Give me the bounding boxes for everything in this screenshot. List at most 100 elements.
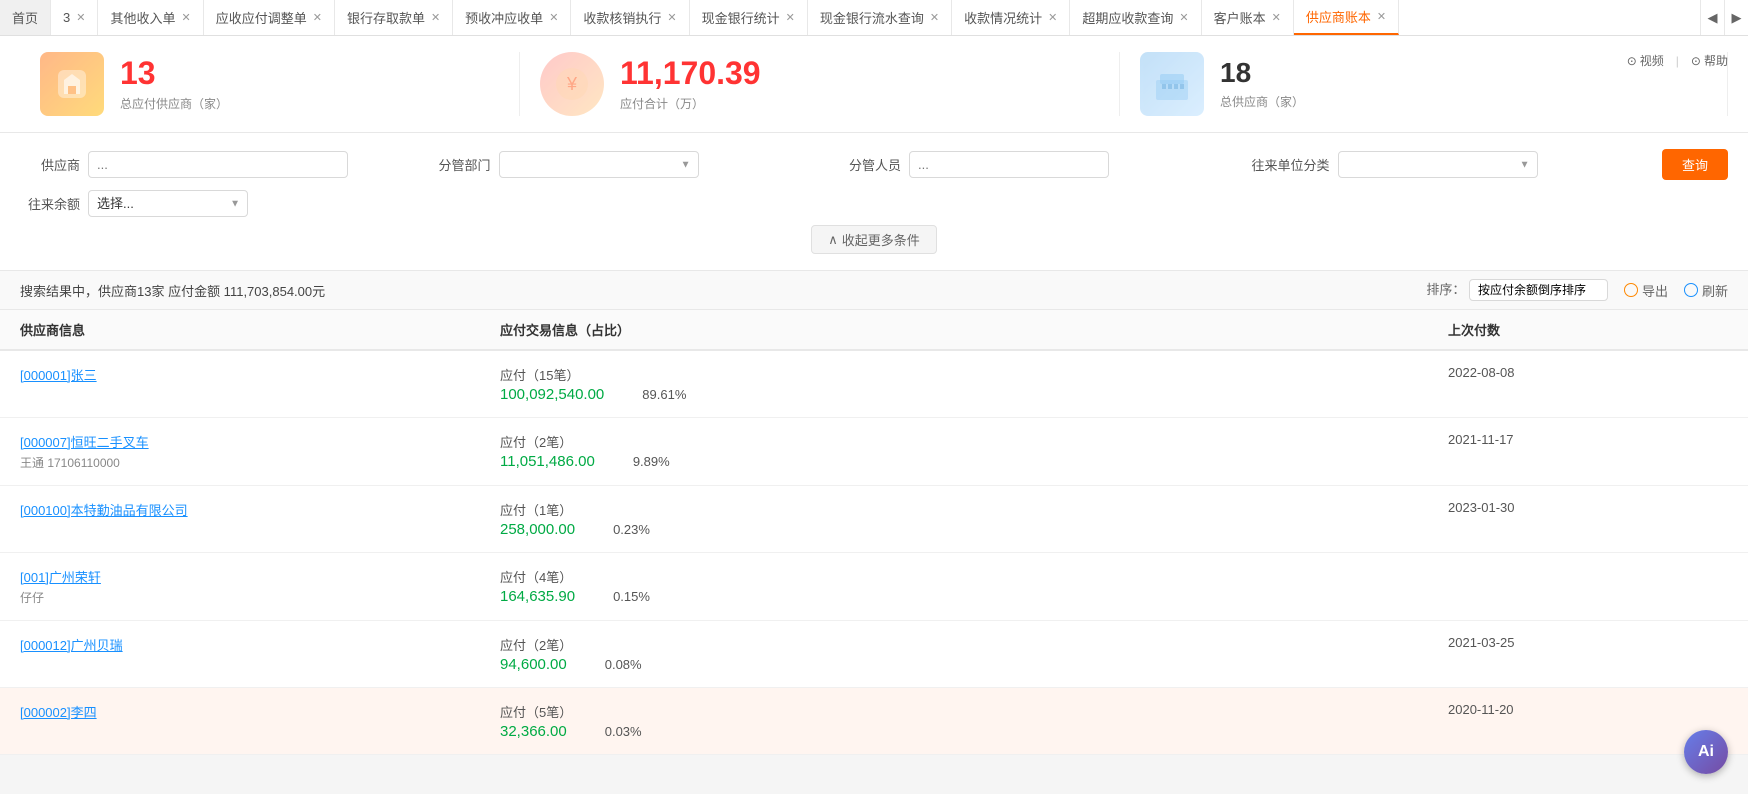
trade-label-2: 应付（1笔） xyxy=(500,500,572,519)
supplier-label: 供应商 xyxy=(20,155,80,174)
dept-select[interactable] xyxy=(499,151,699,178)
svg-text:¥: ¥ xyxy=(566,74,578,94)
sort-label: 排序： 按应付余额倒序排序 xyxy=(1426,279,1608,301)
supplier-link-2[interactable]: [000100]本特勤油品有限公司 xyxy=(20,503,188,518)
refresh-icon xyxy=(1684,283,1698,297)
video-link[interactable]: ⊙ 视频 xyxy=(1627,52,1664,69)
nav-cash-flow-label: 现金银行流水查询 xyxy=(820,8,924,27)
person-input[interactable] xyxy=(909,151,1109,178)
supplier-input[interactable] xyxy=(88,151,348,178)
close-icon[interactable]: ✕ xyxy=(786,11,795,24)
main-table: 供应商信息 应付交易信息（占比） 上次付数 [000001]张三 应付（15笔）… xyxy=(0,310,1748,755)
close-icon[interactable]: ✕ xyxy=(667,11,676,24)
close-icon[interactable]: ✕ xyxy=(1272,11,1281,24)
supplier-link-5[interactable]: [000002]李四 xyxy=(20,705,97,720)
card-2-icon: ¥ xyxy=(540,52,604,116)
header-supplier: 供应商信息 xyxy=(20,320,500,339)
trade-amount-1[interactable]: 11,051,486.00 xyxy=(500,453,595,470)
table-row: [000012]广州贝瑞 应付（2笔） 94,600.00 0.08% 2021… xyxy=(0,621,1748,688)
nav-item-adjust[interactable]: 应收应付调整单 ✕ xyxy=(204,0,335,35)
dept-field: 分管部门 ▼ xyxy=(431,151,822,178)
balance-label: 往来余额 xyxy=(20,194,80,213)
nav-item-cash-stat[interactable]: 现金银行统计 ✕ xyxy=(690,0,808,35)
close-icon[interactable]: ✕ xyxy=(181,11,190,24)
trade-amount-4[interactable]: 94,600.00 xyxy=(500,656,567,673)
close-icon[interactable]: ✕ xyxy=(431,11,440,24)
nav-prepay-label: 预收冲应收单 xyxy=(465,8,543,27)
card-3-info: 18 总供应商（家） xyxy=(1220,58,1304,110)
nav-item-home[interactable]: 首页 xyxy=(0,0,51,35)
supplier-link-0[interactable]: [000001]张三 xyxy=(20,368,97,383)
nav-item-tab3[interactable]: 3 ✕ xyxy=(51,0,98,35)
results-summary: 搜索结果中，供应商13家 应付金额 111,703,854.00元 xyxy=(20,281,325,300)
chevron-up-icon: ∧ xyxy=(828,232,838,248)
trade-amount-2[interactable]: 258,000.00 xyxy=(500,521,575,538)
close-icon[interactable]: ✕ xyxy=(313,11,322,24)
nav-bank-label: 银行存取款单 xyxy=(347,8,425,27)
trade-amount-3[interactable]: 164,635.90 xyxy=(500,588,575,605)
table-header: 供应商信息 应付交易信息（占比） 上次付数 xyxy=(0,310,1748,351)
close-icon[interactable]: ✕ xyxy=(1048,11,1057,24)
nav-item-cash-flow[interactable]: 现金银行流水查询 ✕ xyxy=(808,0,952,35)
supplier-link-1[interactable]: [000007]恒旺二手叉车 xyxy=(20,435,149,450)
supplier-link-3[interactable]: [001]广州荣轩 xyxy=(20,570,101,585)
nav-item-prepay[interactable]: 预收冲应收单 ✕ xyxy=(453,0,571,35)
supplier-info-3: [001]广州荣轩 仔仔 xyxy=(20,567,500,606)
trade-info-3: 应付（4笔） 164,635.90 0.15% xyxy=(500,567,1448,605)
card-1-number: 13 xyxy=(120,56,228,91)
trade-info-1: 应付（2笔） 11,051,486.00 9.89% xyxy=(500,432,1448,470)
query-button[interactable]: 查询 xyxy=(1662,149,1728,180)
close-icon[interactable]: ✕ xyxy=(1377,10,1386,23)
close-icon[interactable]: ✕ xyxy=(76,11,85,24)
collapse-button[interactable]: ∧ 收起更多条件 xyxy=(811,225,937,254)
card-2-number: 11,170.39 xyxy=(620,56,761,91)
sort-select[interactable]: 按应付余额倒序排序 xyxy=(1469,279,1608,301)
summary-bar: 13 总应付供应商（家） ¥ 11,170.39 应付合计（万） 18 总供应商… xyxy=(0,36,1748,133)
nav-supplier-book-label: 供应商账本 xyxy=(1306,7,1371,26)
close-icon[interactable]: ✕ xyxy=(1179,11,1188,24)
dept-label: 分管部门 xyxy=(431,155,491,174)
card-3-label: 总供应商（家） xyxy=(1220,93,1304,110)
trade-percent-3: 0.15% xyxy=(613,589,650,604)
nav-other-income-label: 其他收入单 xyxy=(110,8,175,27)
close-icon[interactable]: ✕ xyxy=(549,11,558,24)
ai-badge[interactable]: Ai xyxy=(1684,730,1728,774)
trade-percent-4: 0.08% xyxy=(605,657,642,672)
export-button[interactable]: 导出 xyxy=(1624,281,1668,300)
nav-item-receipt-stat[interactable]: 收款情况统计 ✕ xyxy=(952,0,1070,35)
export-icon xyxy=(1624,283,1638,297)
nav-item-overdue[interactable]: 超期应收款查询 ✕ xyxy=(1070,0,1201,35)
nav-receipt-stat-label: 收款情况统计 xyxy=(964,8,1042,27)
balance-field: 往来余额 选择... xyxy=(20,190,248,217)
refresh-button[interactable]: 刷新 xyxy=(1684,281,1728,300)
last-pay-2: 2023-01-30 xyxy=(1448,500,1728,515)
trade-label-1: 应付（2笔） xyxy=(500,432,572,451)
nav-adjust-label: 应收应付调整单 xyxy=(216,8,307,27)
card-2-label: 应付合计（万） xyxy=(620,95,761,112)
nav-item-bank[interactable]: 银行存取款单 ✕ xyxy=(335,0,453,35)
card-3-icon xyxy=(1140,52,1204,116)
nav-item-supplier-book[interactable]: 供应商账本 ✕ xyxy=(1294,0,1399,35)
nav-next-arrow[interactable]: ▶ xyxy=(1724,0,1748,36)
supplier-sub-1: 王通 17106110000 xyxy=(20,454,500,471)
trade-info-0: 应付（15笔） 100,092,540.00 89.61% xyxy=(500,365,1448,403)
category-select[interactable] xyxy=(1338,151,1538,178)
help-link[interactable]: ⊙ 帮助 xyxy=(1691,52,1728,69)
nav-item-customer-book[interactable]: 客户账本 ✕ xyxy=(1202,0,1294,35)
top-right-links: ⊙ 视频 | ⊙ 帮助 xyxy=(1627,52,1728,69)
table-row: [000002]李四 应付（5笔） 32,366.00 0.03% 2020-1… xyxy=(0,688,1748,755)
nav-prev-arrow[interactable]: ◀ xyxy=(1700,0,1724,36)
close-icon[interactable]: ✕ xyxy=(930,11,939,24)
balance-select[interactable]: 选择... xyxy=(88,190,248,217)
trade-amount-5[interactable]: 32,366.00 xyxy=(500,723,567,740)
nav-item-other-income[interactable]: 其他收入单 ✕ xyxy=(98,0,203,35)
last-pay-5: 2020-11-20 xyxy=(1448,702,1728,717)
supplier-link-4[interactable]: [000012]广州贝瑞 xyxy=(20,638,123,653)
search-area: 供应商 分管部门 ▼ 分管人员 往来单位分类 查询 xyxy=(0,133,1748,271)
table-row: [000001]张三 应付（15笔） 100,092,540.00 89.61%… xyxy=(0,351,1748,418)
header-trade: 应付交易信息（占比） xyxy=(500,320,1448,339)
trade-amount-0[interactable]: 100,092,540.00 xyxy=(500,386,604,403)
results-right: 排序： 按应付余额倒序排序 导出 刷新 xyxy=(1426,279,1728,301)
nav-item-verify[interactable]: 收款核销执行 ✕ xyxy=(571,0,689,35)
card-1-icon xyxy=(40,52,104,116)
